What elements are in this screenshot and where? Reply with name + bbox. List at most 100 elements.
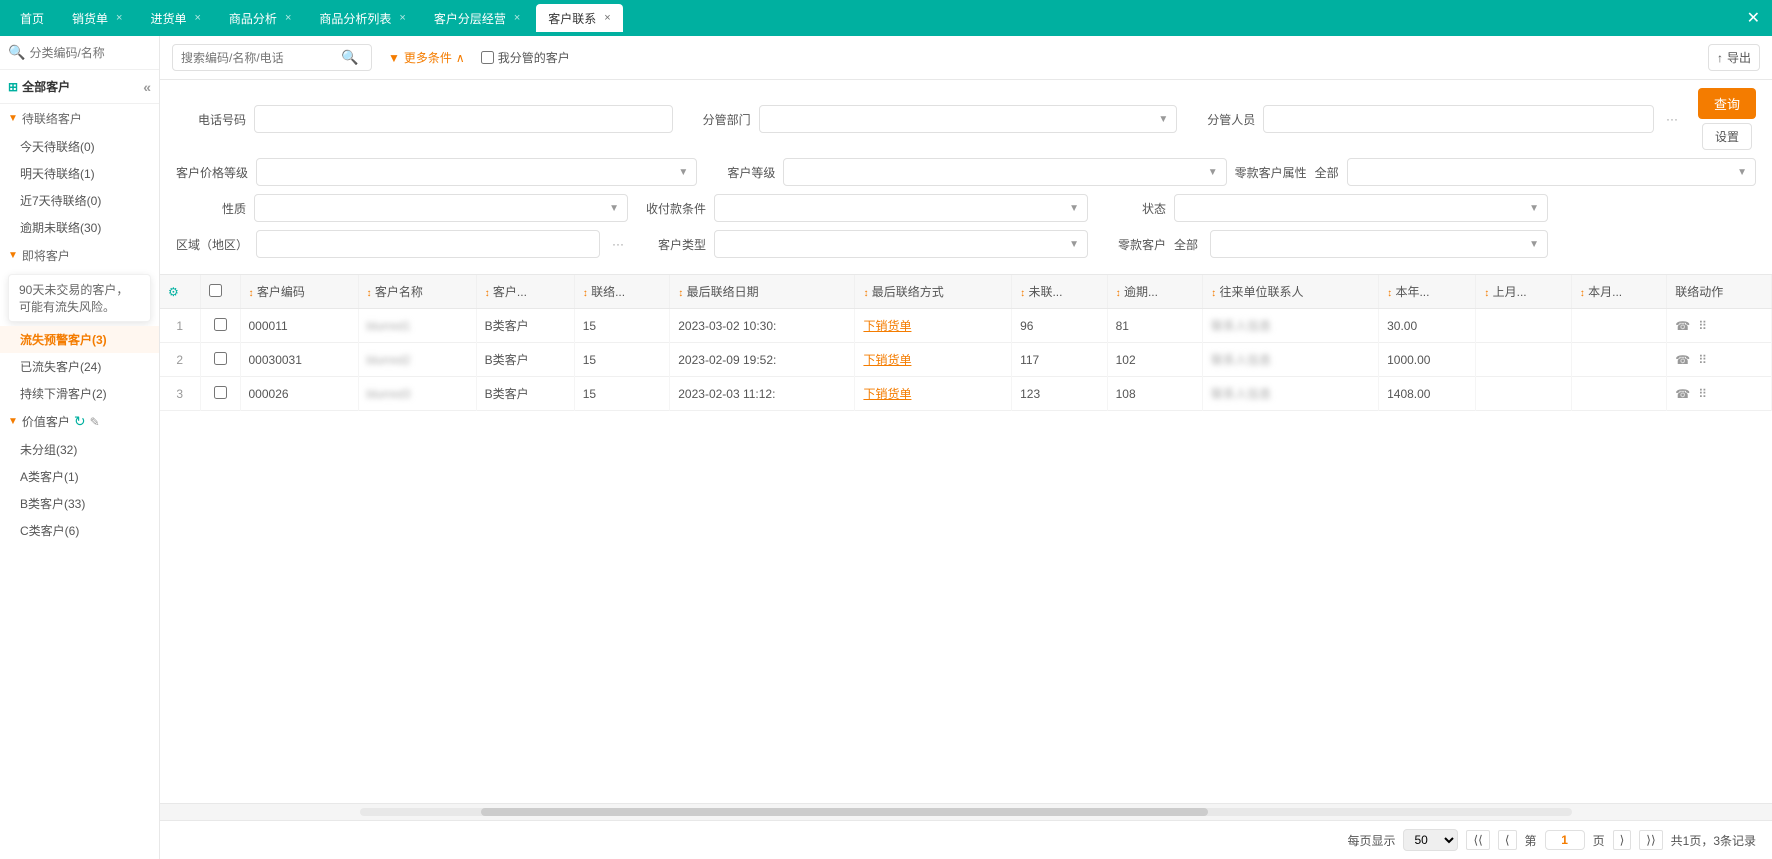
- action-more-icon[interactable]: ⠿: [1698, 387, 1707, 401]
- sidebar-value-section[interactable]: ▼ 价值客户 ↻ ✎: [0, 407, 159, 436]
- next-page-btn[interactable]: ⟩: [1613, 830, 1632, 850]
- sidebar-collapse-btn[interactable]: «: [143, 79, 151, 95]
- query-button[interactable]: 查询: [1698, 88, 1756, 119]
- col-action: 联络动作: [1667, 275, 1772, 309]
- filter-zero-customer-select[interactable]: ▼: [1210, 230, 1548, 258]
- nav-sales-order[interactable]: 销货单 ×: [60, 4, 134, 32]
- more-filter-btn[interactable]: ▼ 更多条件 ∧: [380, 45, 473, 70]
- row-checkbox[interactable]: [214, 352, 227, 365]
- my-customers-checkbox[interactable]: [481, 51, 494, 64]
- row-checkbox-cell[interactable]: [200, 309, 240, 343]
- nav-home[interactable]: 首页: [8, 4, 56, 32]
- sidebar-tomorrow-pending[interactable]: 明天待联络(1): [0, 160, 159, 187]
- scroll-track[interactable]: [360, 808, 1572, 816]
- close-product-analysis[interactable]: ×: [285, 12, 291, 24]
- col-unlisted[interactable]: ↕ 未联...: [1012, 275, 1108, 309]
- edit-icon[interactable]: ✎: [90, 415, 100, 429]
- table-header-row: ⚙ ↕ 客户编码 ↕ 客户名称: [160, 275, 1772, 309]
- col-overdue[interactable]: ↕ 逾期...: [1107, 275, 1203, 309]
- nav-customer-layer[interactable]: 客户分层经营 ×: [422, 4, 532, 32]
- sidebar-pending-section[interactable]: ▼ 待联络客户: [0, 104, 159, 133]
- cell-last-date: 2023-02-03 11:12:: [670, 377, 855, 411]
- filter-gender-select[interactable]: ▼: [254, 194, 628, 222]
- cell-last-method[interactable]: 下销货单: [855, 309, 1012, 343]
- close-customer-layer[interactable]: ×: [514, 12, 520, 24]
- sidebar-c-class[interactable]: C类客户(6): [0, 517, 159, 544]
- row-checkbox[interactable]: [214, 386, 227, 399]
- horizontal-scrollbar[interactable]: [160, 803, 1772, 820]
- col-contact-count[interactable]: ↕ 联络...: [574, 275, 670, 309]
- filter-price-level-select[interactable]: ▼: [256, 158, 697, 186]
- action-phone-icon[interactable]: ☎: [1675, 319, 1690, 333]
- cell-last-method[interactable]: 下销货单: [855, 343, 1012, 377]
- filter-customer-level-select[interactable]: ▼: [783, 158, 1226, 186]
- close-all-tabs[interactable]: ✕: [1743, 4, 1764, 32]
- filter-region-select[interactable]: [256, 230, 600, 258]
- col-customer-code[interactable]: ↕ 客户编码: [240, 275, 358, 309]
- action-phone-icon[interactable]: ☎: [1675, 387, 1690, 401]
- more-dots-icon[interactable]: ···: [1662, 112, 1682, 126]
- close-product-list[interactable]: ×: [399, 12, 405, 24]
- row-checkbox-cell[interactable]: [200, 343, 240, 377]
- close-purchase-order[interactable]: ×: [194, 12, 200, 24]
- export-button[interactable]: ↑ 导出: [1708, 44, 1760, 71]
- filter-customer-type-select[interactable]: ▼: [714, 230, 1088, 258]
- sort-icon-3: ↕: [485, 288, 490, 299]
- sidebar-a-class[interactable]: A类客户(1): [0, 463, 159, 490]
- select-all-checkbox[interactable]: [209, 284, 222, 297]
- prev-page-btn[interactable]: ⟨: [1498, 830, 1517, 850]
- sidebar-already-lost[interactable]: 已流失客户(24): [0, 353, 159, 380]
- per-page-select[interactable]: 50 100 200: [1403, 829, 1458, 851]
- action-phone-icon[interactable]: ☎: [1675, 353, 1690, 367]
- filter-phone-input[interactable]: [254, 105, 673, 133]
- col-customer-name[interactable]: ↕ 客户名称: [358, 275, 476, 309]
- col-this-month[interactable]: ↕ 本月...: [1571, 275, 1667, 309]
- sidebar-search-input[interactable]: [29, 46, 160, 60]
- action-more-icon[interactable]: ⠿: [1698, 319, 1707, 333]
- close-customer-contact[interactable]: ×: [604, 12, 610, 24]
- filter-department-select[interactable]: ▼: [759, 105, 1178, 133]
- col-last-contact-date[interactable]: ↕ 最后联络日期: [670, 275, 855, 309]
- page-input[interactable]: [1545, 830, 1585, 850]
- row-checkbox[interactable]: [214, 318, 227, 331]
- col-contacts[interactable]: ↕ 往来单位联系人: [1203, 275, 1379, 309]
- first-page-btn[interactable]: ⟨⟨: [1466, 830, 1489, 850]
- filter-status-select[interactable]: ▼: [1174, 194, 1548, 222]
- sidebar-today-pending[interactable]: 今天待联络(0): [0, 133, 159, 160]
- filter-row-4: 区域（地区） ··· 客户类型 ▼ 零款客户 全部: [176, 230, 1756, 258]
- filter-staff-select[interactable]: [1263, 105, 1654, 133]
- main-search-input[interactable]: [181, 51, 341, 65]
- sort-icon-8: ↕: [1116, 288, 1121, 299]
- main-search-icon[interactable]: 🔍: [341, 49, 358, 66]
- sidebar-overdue-pending[interactable]: 逾期未联络(30): [0, 214, 159, 241]
- checkbox-col-header[interactable]: [200, 275, 240, 309]
- filter-zero-attr-select[interactable]: ▼: [1347, 158, 1756, 186]
- settings-col-header[interactable]: ⚙: [160, 275, 200, 309]
- sidebar-all-customers[interactable]: ⊞ 全部客户 «: [0, 70, 159, 104]
- nav-product-analysis[interactable]: 商品分析 ×: [217, 4, 303, 32]
- sidebar-b-class[interactable]: B类客户(33): [0, 490, 159, 517]
- nav-product-list[interactable]: 商品分析列表 ×: [307, 4, 417, 32]
- scroll-thumb[interactable]: [481, 808, 1208, 816]
- close-sales-order[interactable]: ×: [116, 12, 122, 24]
- col-customer-type[interactable]: ↕ 客户...: [476, 275, 574, 309]
- sidebar-lost-section[interactable]: ▼ 即将客户: [0, 241, 159, 270]
- sidebar-unclassified[interactable]: 未分组(32): [0, 436, 159, 463]
- sidebar-loss-warning[interactable]: 流失预警客户(3): [0, 326, 159, 353]
- refresh-icon[interactable]: ↻: [74, 413, 86, 430]
- filter-payment-select[interactable]: ▼: [714, 194, 1088, 222]
- settings-button[interactable]: 设置: [1702, 123, 1752, 150]
- nav-purchase-order[interactable]: 进货单 ×: [138, 4, 212, 32]
- action-more-icon[interactable]: ⠿: [1698, 353, 1707, 367]
- cell-last-method[interactable]: 下销货单: [855, 377, 1012, 411]
- sidebar-week-pending[interactable]: 近7天待联络(0): [0, 187, 159, 214]
- sidebar-declining[interactable]: 持续下滑客户(2): [0, 380, 159, 407]
- nav-customer-contact[interactable]: 客户联系 ×: [536, 4, 622, 32]
- col-this-year[interactable]: ↕ 本年...: [1379, 275, 1476, 309]
- col-last-contact-method[interactable]: ↕ 最后联络方式: [855, 275, 1012, 309]
- row-checkbox-cell[interactable]: [200, 377, 240, 411]
- region-more-dots[interactable]: ···: [608, 237, 628, 251]
- col-last-month[interactable]: ↕ 上月...: [1476, 275, 1572, 309]
- last-page-btn[interactable]: ⟩⟩: [1639, 830, 1662, 850]
- my-customers-checkbox-label[interactable]: 我分管的客户: [481, 49, 570, 66]
